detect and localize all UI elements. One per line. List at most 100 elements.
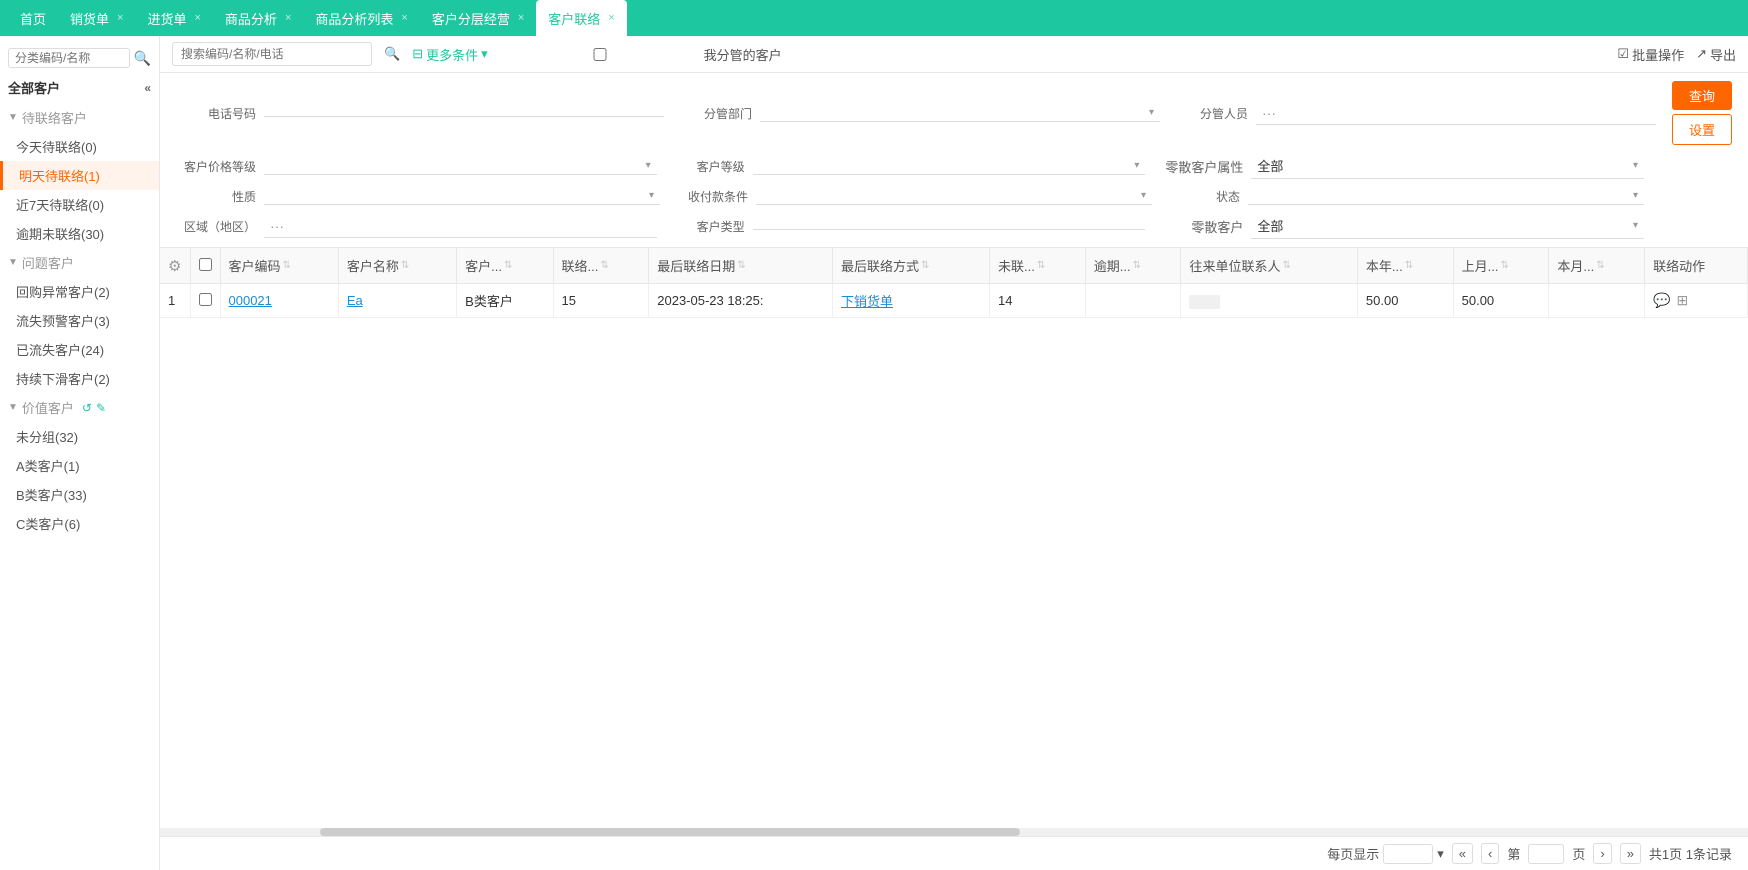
last-page-button[interactable]: » bbox=[1620, 843, 1641, 864]
field-customer-type-select[interactable] bbox=[753, 223, 1146, 230]
field-customer-level-select[interactable]: ▾ bbox=[753, 157, 1146, 175]
group-pending-triangle: ▼ bbox=[8, 112, 18, 123]
nav-contact-close[interactable]: × bbox=[608, 12, 614, 24]
customer-table-container: ⚙ 客户编码 ⇅ 客户名称 bbox=[160, 248, 1748, 828]
cell-last-contact-method[interactable]: 下销货单 bbox=[832, 284, 989, 318]
more-filter-button[interactable]: ⊟ 更多条件 ▾ bbox=[412, 45, 487, 64]
search-button-icon[interactable]: 🔍 bbox=[384, 46, 400, 62]
first-page-button[interactable]: « bbox=[1452, 843, 1473, 864]
customer-name-link[interactable]: Ea bbox=[347, 293, 363, 308]
sidebar-item-class-b[interactable]: B类客户(33) bbox=[0, 480, 159, 509]
filter-row-3: 性质 ▾ 收付款条件 ▾ 状态 ▾ bbox=[176, 187, 1732, 205]
nav-customer-contact[interactable]: 客户联络 × bbox=[536, 0, 626, 36]
page-unit: 页 bbox=[1572, 844, 1585, 863]
nav-goods-analysis-close[interactable]: × bbox=[285, 12, 291, 24]
last-contact-method-link[interactable]: 下销货单 bbox=[841, 294, 893, 309]
field-status-select[interactable]: ▾ bbox=[1248, 187, 1644, 205]
field-retail-attr-select[interactable]: 全部 ▾ bbox=[1251, 153, 1644, 179]
page-number-input[interactable]: 1 bbox=[1528, 844, 1564, 864]
group-value-label: 价值客户 bbox=[22, 398, 74, 417]
customer-table: ⚙ 客户编码 ⇅ 客户名称 bbox=[160, 248, 1748, 318]
cell-customer-name[interactable]: Ea bbox=[338, 284, 456, 318]
sidebar-item-class-a[interactable]: A类客户(1) bbox=[0, 451, 159, 480]
nav-seg-close[interactable]: × bbox=[518, 12, 524, 24]
overdue-label: 逾期未联络(30) bbox=[16, 227, 104, 242]
field-person-select[interactable]: ··· bbox=[1256, 102, 1656, 125]
nav-sales-close[interactable]: × bbox=[117, 12, 123, 24]
region-dots[interactable]: ··· bbox=[270, 218, 284, 234]
sidebar-item-overdue[interactable]: 逾期未联络(30) bbox=[0, 219, 159, 248]
field-price-level-label: 客户价格等级 bbox=[176, 158, 256, 175]
nav-goods-list-close[interactable]: × bbox=[401, 12, 407, 24]
page-label: 第 bbox=[1507, 844, 1520, 863]
scrollbar-thumb[interactable] bbox=[320, 828, 1020, 836]
field-nature-select[interactable]: ▾ bbox=[264, 187, 660, 205]
field-payment-select[interactable]: ▾ bbox=[756, 187, 1152, 205]
sidebar-item-churn-warning[interactable]: 流失预警客户(3) bbox=[0, 306, 159, 335]
table-gear-icon[interactable]: ⚙ bbox=[168, 258, 181, 275]
field-price-level-select[interactable]: ▾ bbox=[264, 157, 657, 175]
sidebar-item-ungrouped[interactable]: 未分组(32) bbox=[0, 422, 159, 451]
prev-page-icon: ‹ bbox=[1488, 846, 1492, 861]
all-customers-label: 全部客户 bbox=[8, 78, 60, 97]
dept-chevron-icon: ▾ bbox=[1149, 107, 1154, 118]
total-records-label: 共1页 1条记录 bbox=[1649, 844, 1732, 863]
row-checkbox[interactable] bbox=[199, 293, 212, 306]
page-size-chevron[interactable]: ▾ bbox=[1437, 846, 1444, 862]
sidebar-item-today[interactable]: 今天待联络(0) bbox=[0, 132, 159, 161]
nav-home[interactable]: 首页 bbox=[8, 0, 58, 36]
sidebar-item-tomorrow[interactable]: 明天待联络(1) bbox=[0, 161, 159, 190]
value-refresh-icon[interactable]: ↺ bbox=[82, 401, 92, 415]
sidebar-search-input[interactable] bbox=[8, 48, 130, 68]
nav-goods-analysis-list[interactable]: 商品分析列表 × bbox=[303, 0, 419, 36]
nav-sales-order[interactable]: 销货单 × bbox=[58, 0, 135, 36]
customer-code-link[interactable]: 000021 bbox=[229, 293, 272, 308]
sidebar-all-customers[interactable]: 全部客户 « bbox=[0, 72, 159, 103]
query-button[interactable]: 查询 bbox=[1672, 81, 1732, 110]
row-grid-icon[interactable]: ⊞ bbox=[1677, 292, 1689, 309]
table-horizontal-scrollbar[interactable] bbox=[160, 828, 1748, 836]
field-dept-select[interactable]: ▾ bbox=[760, 104, 1160, 122]
nav-customer-segmentation[interactable]: 客户分层经营 × bbox=[420, 0, 536, 36]
th-customer-code: 客户编码 ⇅ bbox=[220, 248, 338, 284]
sidebar-item-repurchase[interactable]: 回购异常客户(2) bbox=[0, 277, 159, 306]
sidebar-item-class-c[interactable]: C类客户(6) bbox=[0, 509, 159, 538]
th-checkbox[interactable] bbox=[190, 248, 220, 284]
prev-page-button[interactable]: ‹ bbox=[1481, 843, 1499, 864]
cell-contact-action: 💬 ⊞ bbox=[1645, 284, 1748, 318]
first-page-icon: « bbox=[1459, 846, 1466, 861]
value-edit-icon[interactable]: ✎ bbox=[96, 401, 106, 415]
top-navigation: 首页 销货单 × 进货单 × 商品分析 × 商品分析列表 × 客户分层经营 × … bbox=[0, 0, 1748, 36]
nav-purchase-close[interactable]: × bbox=[194, 12, 200, 24]
batch-ops-label: 批量操作 bbox=[1632, 45, 1684, 64]
th-gear[interactable]: ⚙ bbox=[160, 248, 190, 284]
sidebar-item-7days[interactable]: 近7天待联络(0) bbox=[0, 190, 159, 219]
next-page-button[interactable]: › bbox=[1593, 843, 1611, 864]
field-phone-input[interactable] bbox=[264, 110, 664, 117]
my-customers-checkbox[interactable] bbox=[500, 48, 700, 61]
row-chat-icon[interactable]: 💬 bbox=[1653, 292, 1670, 309]
sidebar-search-icon[interactable]: 🔍 bbox=[134, 50, 151, 67]
sidebar-item-churned[interactable]: 已流失客户(24) bbox=[0, 335, 159, 364]
my-customers-checkbox-label[interactable]: 我分管的客户 bbox=[500, 45, 782, 64]
batch-ops-button[interactable]: ☑ 批量操作 bbox=[1617, 45, 1684, 64]
field-region-select[interactable]: ··· bbox=[264, 215, 657, 238]
page-size-input[interactable]: 50 bbox=[1383, 844, 1433, 864]
export-button[interactable]: ↗ 导出 bbox=[1696, 45, 1736, 64]
nav-purchase-order[interactable]: 进货单 × bbox=[135, 0, 212, 36]
setting-button[interactable]: 设置 bbox=[1672, 114, 1732, 145]
field-region-label: 区域（地区） bbox=[176, 218, 256, 235]
sidebar-item-declining[interactable]: 持续下滑客户(2) bbox=[0, 364, 159, 393]
cell-checkbox[interactable] bbox=[190, 284, 220, 318]
person-dots[interactable]: ··· bbox=[1262, 105, 1276, 121]
select-all-checkbox[interactable] bbox=[199, 258, 212, 271]
th-contact-count: 联络... ⇅ bbox=[553, 248, 649, 284]
nav-goods-analysis[interactable]: 商品分析 × bbox=[213, 0, 303, 36]
search-input[interactable] bbox=[172, 42, 372, 66]
cell-customer-code[interactable]: 000021 bbox=[220, 284, 338, 318]
churned-label: 已流失客户(24) bbox=[16, 343, 104, 358]
nav-sales-label: 销货单 bbox=[70, 9, 109, 28]
sidebar-group-pending: ▼ 待联络客户 bbox=[0, 103, 159, 132]
churn-warning-label: 流失预警客户(3) bbox=[16, 314, 110, 329]
field-retail-customer-select[interactable]: 全部 ▾ bbox=[1251, 213, 1644, 239]
